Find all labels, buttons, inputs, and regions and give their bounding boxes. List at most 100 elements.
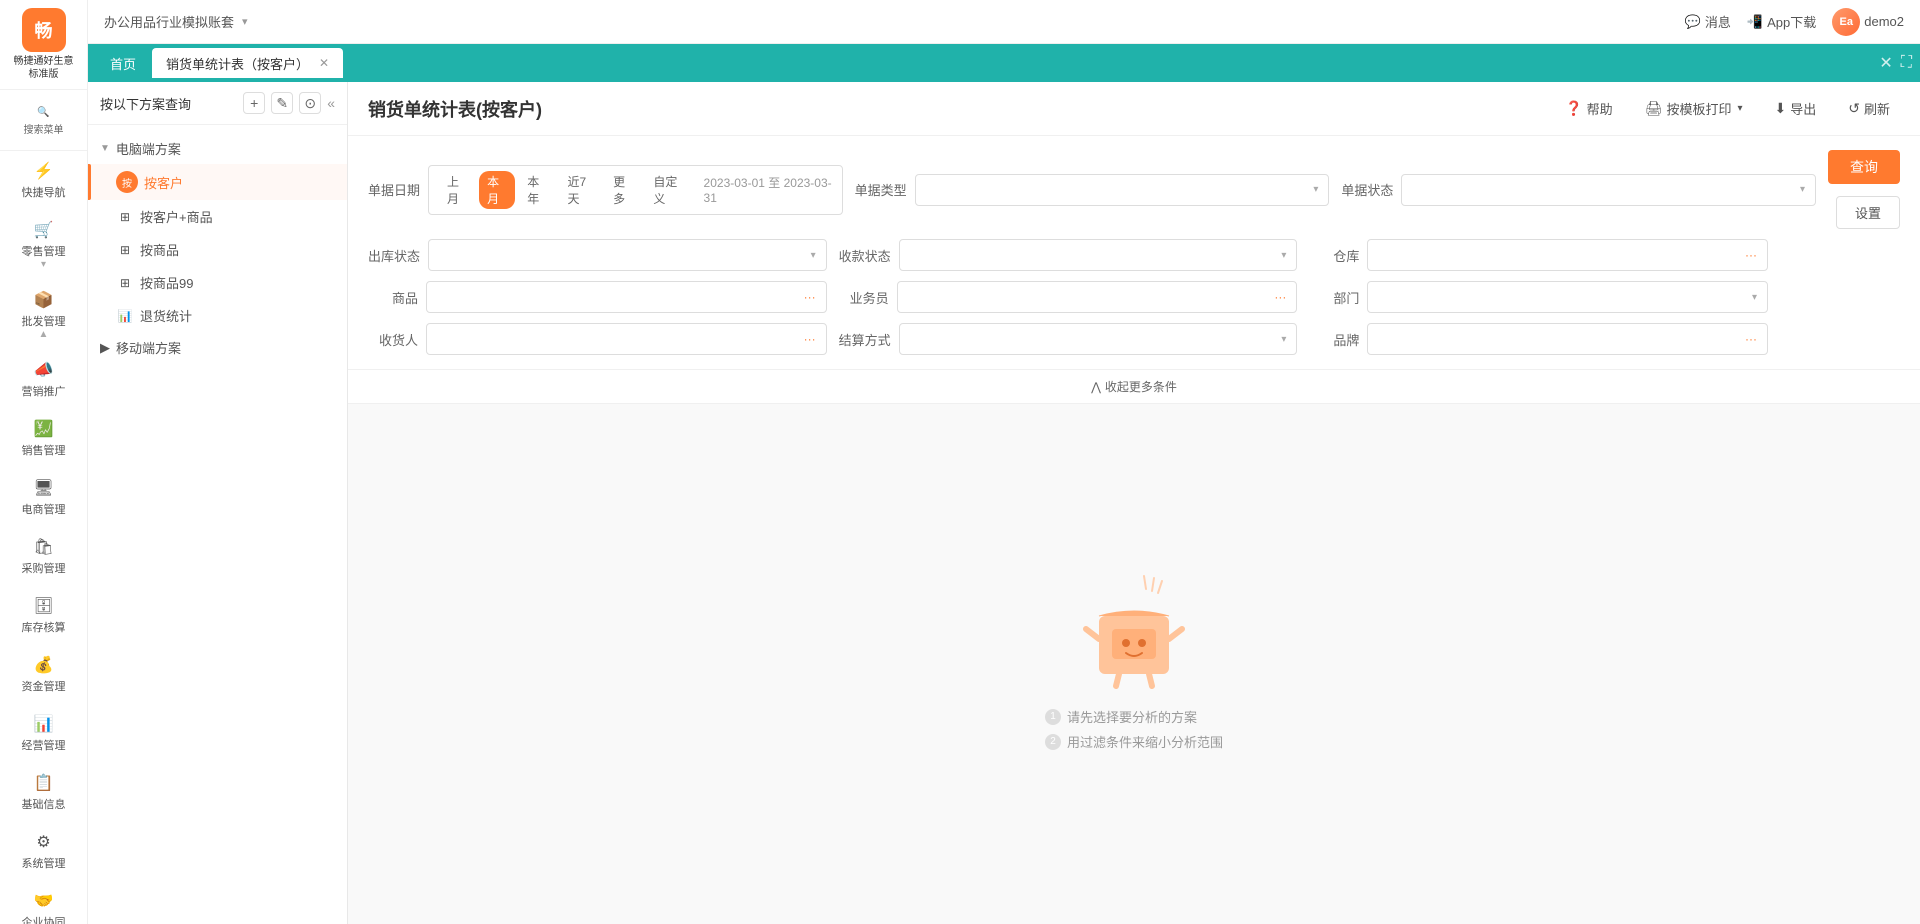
sidebar-item-inventory[interactable]: 🗄 库存核算 [0, 586, 87, 645]
sidebar-item-quick-nav[interactable]: ⚡ 快捷导航 [0, 151, 87, 210]
tab-maximize-button[interactable]: ⛶ [1901, 54, 1912, 72]
user-profile-button[interactable]: Ea demo2 [1832, 8, 1904, 36]
mobile-group-header[interactable]: ▶ 移动端方案 [88, 332, 347, 363]
sidebar-item-marketing[interactable]: 📣 营销推广 [0, 350, 87, 409]
sidebar-item-retail[interactable]: 🛒 零售管理 ▾ [0, 210, 87, 280]
order-status-control[interactable]: ▾ [1401, 174, 1816, 206]
tree-item-by-goods[interactable]: ⊞ 按商品 [88, 233, 347, 266]
sidebar-logo[interactable]: 畅 畅捷通好生意标准版 [0, 0, 87, 90]
by-customer-goods-label: 按客户+商品 [140, 207, 213, 226]
date-tab-this-month[interactable]: 本月 [479, 171, 515, 209]
hint-text-2: 用过滤条件来缩小分析范围 [1067, 732, 1223, 751]
sidebar-item-sales[interactable]: 💹 销售管理 [0, 409, 87, 468]
sales-label: 销售管理 [22, 442, 66, 458]
salesperson-ellipsis-button[interactable]: ··· [1274, 290, 1286, 304]
tree-item-by-customer[interactable]: 按 按客户 [88, 164, 347, 200]
desktop-group-header[interactable]: ▼ 电脑端方案 [88, 133, 347, 164]
order-status-field: 单据状态 ▾ [1341, 174, 1816, 206]
collect-status-control[interactable]: ▾ [899, 239, 1298, 271]
export-button[interactable]: ⬇ 导出 [1765, 94, 1827, 123]
sidebar-item-purchase[interactable]: 🛍 采购管理 [0, 527, 87, 586]
hint-num-2: 2 [1045, 734, 1061, 750]
tab-close-button[interactable]: ✕ [319, 56, 329, 70]
brand-control[interactable]: ··· [1367, 323, 1768, 355]
add-icon: + [250, 95, 258, 111]
print-button[interactable]: 🖨 按模板打印 ▾ [1635, 94, 1753, 123]
breadcrumb-dropdown-icon[interactable]: ▾ [242, 15, 248, 28]
tree-item-by-goods-99[interactable]: ⊞ 按商品99 [88, 266, 347, 299]
date-tab-this-year[interactable]: 本年 [519, 171, 555, 209]
salesperson-control[interactable]: ··· [897, 281, 1298, 313]
warehouse-control[interactable]: ··· [1367, 239, 1768, 271]
warehouse-ellipsis-button[interactable]: ··· [1745, 248, 1757, 262]
tree-item-refund-stats[interactable]: 📊 退货统计 [88, 299, 347, 332]
help-button[interactable]: ❓ 帮助 [1555, 94, 1622, 123]
by-customer-goods-icon: ⊞ [116, 208, 134, 226]
logo-icon: 畅 [22, 8, 66, 52]
mobile-group-label: 移动端方案 [116, 338, 181, 357]
hint-text-1: 请先选择要分析的方案 [1067, 707, 1197, 726]
out-status-control[interactable]: ▾ [428, 239, 827, 271]
date-control[interactable]: 上月 本月 本年 近7天 更多 自定义 2023-03-01 至 2023-03… [428, 165, 843, 215]
goods-control[interactable]: ··· [426, 281, 827, 313]
date-tab-7days[interactable]: 近7天 [559, 171, 601, 209]
date-tab-last-month[interactable]: 上月 [439, 171, 475, 209]
sidebar-item-ecommerce[interactable]: 🖥 电商管理 [0, 468, 87, 527]
collapse-panel-button[interactable]: « [327, 95, 335, 111]
app-download-button[interactable]: 📲 App下载 [1747, 12, 1816, 31]
sidebar-item-system[interactable]: ⚙ 系统管理 [0, 822, 87, 881]
retail-label: 零售管理 [22, 243, 66, 259]
settings-button[interactable]: 设置 [1836, 196, 1900, 229]
sidebar-item-operation[interactable]: 📊 经营管理 [0, 704, 87, 763]
tab-home[interactable]: 首页 [96, 48, 150, 78]
marketing-label: 营销推广 [22, 383, 66, 399]
quick-nav-label: 快捷导航 [22, 184, 66, 200]
export-label: 导出 [1790, 99, 1816, 118]
sidebar-item-basic[interactable]: 📋 基础信息 [0, 763, 87, 822]
collapse-more-bar[interactable]: ⋀ 收起更多条件 [348, 370, 1920, 404]
settlement-label: 结算方式 [839, 330, 891, 349]
main-area: 办公用品行业模拟账套 ▾ 💬 消息 📲 App下载 Ea demo2 首页 销货… [88, 0, 1920, 924]
search-menu-item[interactable]: 🔍 搜索菜单 [6, 98, 81, 142]
receiver-control[interactable]: ··· [426, 323, 827, 355]
left-panel-header: 按以下方案查询 + ✎ ⊙ « [88, 82, 347, 125]
tree-section: ▼ 电脑端方案 按 按客户 ⊞ 按客户+商品 ⊞ 按商品 [88, 125, 347, 371]
order-type-control[interactable]: ▾ [915, 174, 1330, 206]
sidebar-item-cooperation[interactable]: 🤝 企业协同 [0, 881, 87, 924]
date-tab-custom[interactable]: 自定义 [645, 171, 691, 209]
edit-scheme-button[interactable]: ✎ [271, 92, 293, 114]
goods-ellipsis-button[interactable]: ··· [804, 290, 816, 304]
receiver-ellipsis-button[interactable]: ··· [804, 332, 816, 346]
receiver-label: 收货人 [368, 330, 418, 349]
out-status-dropdown-icon: ▾ [811, 250, 816, 261]
tree-item-by-customer-goods[interactable]: ⊞ 按客户+商品 [88, 200, 347, 233]
settlement-control[interactable]: ▾ [899, 323, 1298, 355]
more-scheme-button[interactable]: ⊙ [299, 92, 321, 114]
message-button[interactable]: 💬 消息 [1685, 12, 1731, 31]
department-control[interactable]: ▾ [1367, 281, 1768, 313]
right-main: 销货单统计表(按客户) ❓ 帮助 🖨 按模板打印 ▾ ⬇ 导出 [348, 82, 1920, 924]
brand-ellipsis-button[interactable]: ··· [1745, 332, 1757, 346]
left-panel-title: 按以下方案查询 [100, 94, 191, 113]
ecommerce-icon: 🖥 [33, 478, 53, 498]
department-field: 部门 ▾ [1309, 281, 1768, 313]
print-label: 按模板打印 [1666, 99, 1731, 118]
active-indicator: 按 [116, 171, 138, 193]
finance-label: 资金管理 [22, 678, 66, 694]
department-label: 部门 [1309, 288, 1359, 307]
add-scheme-button[interactable]: + [243, 92, 265, 114]
sidebar-item-wholesale[interactable]: 📦 批发管理 ▲ [0, 280, 87, 350]
wholesale-icon: 📦 [34, 290, 54, 310]
sidebar-item-finance[interactable]: 💰 资金管理 [0, 645, 87, 704]
salesperson-label: 业务员 [839, 288, 889, 307]
message-icon: 💬 [1685, 14, 1701, 30]
out-status-field: 出库状态 ▾ [368, 239, 827, 271]
tab-report[interactable]: 销货单统计表（按客户） ✕ [152, 48, 343, 78]
date-tab-more[interactable]: 更多 [605, 171, 641, 209]
order-status-label: 单据状态 [1341, 180, 1393, 199]
tab-close-all-button[interactable]: ✕ [1879, 53, 1892, 73]
query-button[interactable]: 查询 [1828, 150, 1900, 184]
refresh-button[interactable]: ↺ 刷新 [1838, 94, 1900, 123]
empty-hint-1: 1 请先选择要分析的方案 [1045, 707, 1223, 726]
warehouse-label: 仓库 [1309, 246, 1359, 265]
